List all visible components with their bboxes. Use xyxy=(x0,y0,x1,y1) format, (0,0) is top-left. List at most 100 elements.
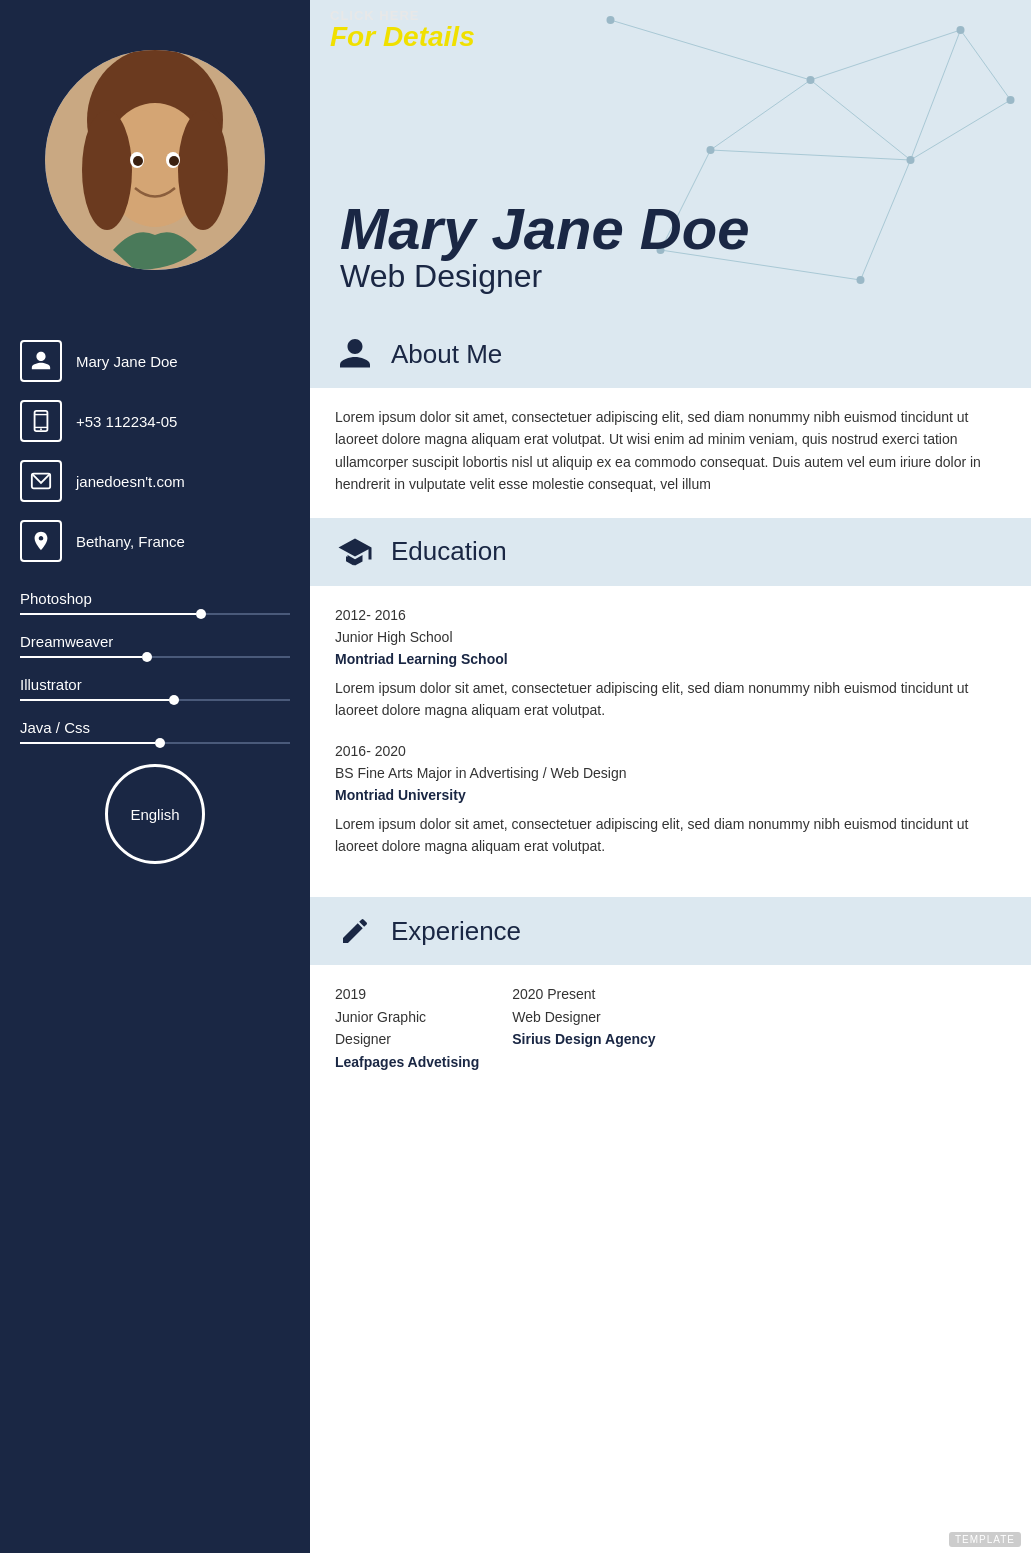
graduation-icon xyxy=(335,532,375,572)
template-badge: TEMPLATE xyxy=(949,1532,1021,1547)
skill-bar-dot xyxy=(155,738,165,748)
svg-line-14 xyxy=(711,80,811,150)
skill-bar-fill xyxy=(20,613,196,615)
skill-name: Photoshop xyxy=(20,590,290,607)
about-text: Lorem ipsum dolor sit amet, consectetuer… xyxy=(335,406,1006,496)
education-entry: 2012- 2016 Junior High School Montriad L… xyxy=(335,604,1006,722)
skill-bar-dot xyxy=(169,695,179,705)
exp-role: Web Designer xyxy=(512,1006,659,1028)
person-silhouette-icon xyxy=(335,334,375,374)
contact-email-item: janedoesn't.com xyxy=(20,460,290,502)
phone-icon xyxy=(30,410,52,432)
header-right: CLICK HERE For Details Mary Jane Doe Web… xyxy=(310,0,1031,320)
candidate-name: Mary Jane Doe xyxy=(340,200,1001,258)
skill-bar-track xyxy=(20,742,290,744)
svg-point-31 xyxy=(40,428,42,430)
click-here-banner[interactable]: CLICK HERE For Details xyxy=(330,8,475,51)
skill-bar-fill xyxy=(20,656,142,658)
for-details-label: For Details xyxy=(330,23,475,51)
sidebar: Mary Jane Doe +53 112234-05 janedoes xyxy=(0,320,310,1553)
education-section-header: Education xyxy=(310,518,1031,586)
skill-name: Illustrator xyxy=(20,676,290,693)
pencil-icon xyxy=(335,911,375,951)
svg-line-11 xyxy=(961,30,1011,100)
svg-point-21 xyxy=(807,76,815,84)
phone-icon-box xyxy=(20,400,62,442)
edu-year: 2016- 2020 xyxy=(335,740,1006,762)
about-section-header: About Me xyxy=(310,320,1031,388)
svg-line-19 xyxy=(911,30,961,160)
skill-bar-fill xyxy=(20,742,155,744)
language-circle: English xyxy=(105,764,205,864)
experience-entry: 2019 Junior Graphic Designer Leafpages A… xyxy=(335,983,482,1073)
edu-school: Montriad University xyxy=(335,784,1006,806)
education-entry: 2016- 2020 BS Fine Arts Major in Adverti… xyxy=(335,740,1006,858)
experience-columns: 2019 Junior Graphic Designer Leafpages A… xyxy=(335,983,1006,1073)
edu-degree: BS Fine Arts Major in Advertising / Web … xyxy=(335,762,1006,784)
svg-point-20 xyxy=(607,16,615,24)
person-icon xyxy=(30,350,52,372)
svg-point-4 xyxy=(178,110,228,230)
svg-point-3 xyxy=(82,110,132,230)
skill-bar-dot xyxy=(142,652,152,662)
language-section: English xyxy=(20,764,290,864)
avatar xyxy=(45,50,265,270)
skill-bar-dot xyxy=(196,609,206,619)
main-content: About Me Lorem ipsum dolor sit amet, con… xyxy=(310,320,1031,1553)
about-title: About Me xyxy=(391,339,502,370)
skill-name: Java / Css xyxy=(20,719,290,736)
contact-name-item: Mary Jane Doe xyxy=(20,340,290,382)
skill-item: Photoshop xyxy=(20,590,290,615)
experience-entry: 2020 Present Web Designer Sirius Design … xyxy=(512,983,659,1073)
svg-point-8 xyxy=(169,156,179,166)
skill-bar-fill xyxy=(20,699,169,701)
language-label: English xyxy=(130,806,179,823)
edu-degree: Junior High School xyxy=(335,626,1006,648)
location-icon-box xyxy=(20,520,62,562)
skill-item: Illustrator xyxy=(20,676,290,701)
about-body: Lorem ipsum dolor sit amet, consectetuer… xyxy=(310,388,1031,518)
svg-point-22 xyxy=(957,26,965,34)
svg-line-13 xyxy=(911,100,1011,160)
contact-location: Bethany, France xyxy=(76,533,185,550)
skill-name: Dreamweaver xyxy=(20,633,290,650)
skill-bar-track xyxy=(20,699,290,701)
education-body: 2012- 2016 Junior High School Montriad L… xyxy=(310,586,1031,898)
contact-name: Mary Jane Doe xyxy=(76,353,178,370)
person-icon-box xyxy=(20,340,62,382)
skill-bar-track xyxy=(20,656,290,658)
email-icon xyxy=(30,470,52,492)
edu-year: 2012- 2016 xyxy=(335,604,1006,626)
exp-year: 2019 xyxy=(335,983,482,1005)
skill-bar-track xyxy=(20,613,290,615)
experience-title: Experience xyxy=(391,916,521,947)
experience-section-header: Experience xyxy=(310,897,1031,965)
skills-section: Photoshop Dreamweaver Illustrator Java /… xyxy=(20,580,290,744)
experience-body: 2019 Junior Graphic Designer Leafpages A… xyxy=(310,965,1031,1095)
contact-location-item: Bethany, France xyxy=(20,520,290,562)
exp-year: 2020 Present xyxy=(512,983,659,1005)
candidate-job-title: Web Designer xyxy=(340,258,1001,295)
svg-point-24 xyxy=(907,156,915,164)
svg-point-7 xyxy=(133,156,143,166)
svg-line-12 xyxy=(811,80,911,160)
location-icon xyxy=(30,530,52,552)
edu-description: Lorem ipsum dolor sit amet, consectetuer… xyxy=(335,813,1006,858)
exp-company: Sirius Design Agency xyxy=(512,1028,659,1050)
svg-point-23 xyxy=(1007,96,1015,104)
contact-phone: +53 112234-05 xyxy=(76,413,177,430)
edu-description: Lorem ipsum dolor sit amet, consectetuer… xyxy=(335,677,1006,722)
skill-item: Dreamweaver xyxy=(20,633,290,658)
svg-line-10 xyxy=(811,30,961,80)
skill-item: Java / Css xyxy=(20,719,290,744)
svg-point-25 xyxy=(707,146,715,154)
exp-role: Junior Graphic Designer xyxy=(335,1006,482,1051)
education-title: Education xyxy=(391,536,507,567)
contact-phone-item: +53 112234-05 xyxy=(20,400,290,442)
svg-line-15 xyxy=(711,150,911,160)
edu-school: Montriad Learning School xyxy=(335,648,1006,670)
email-icon-box xyxy=(20,460,62,502)
contact-email: janedoesn't.com xyxy=(76,473,185,490)
svg-line-9 xyxy=(611,20,811,80)
exp-company: Leafpages Advetising xyxy=(335,1051,482,1073)
